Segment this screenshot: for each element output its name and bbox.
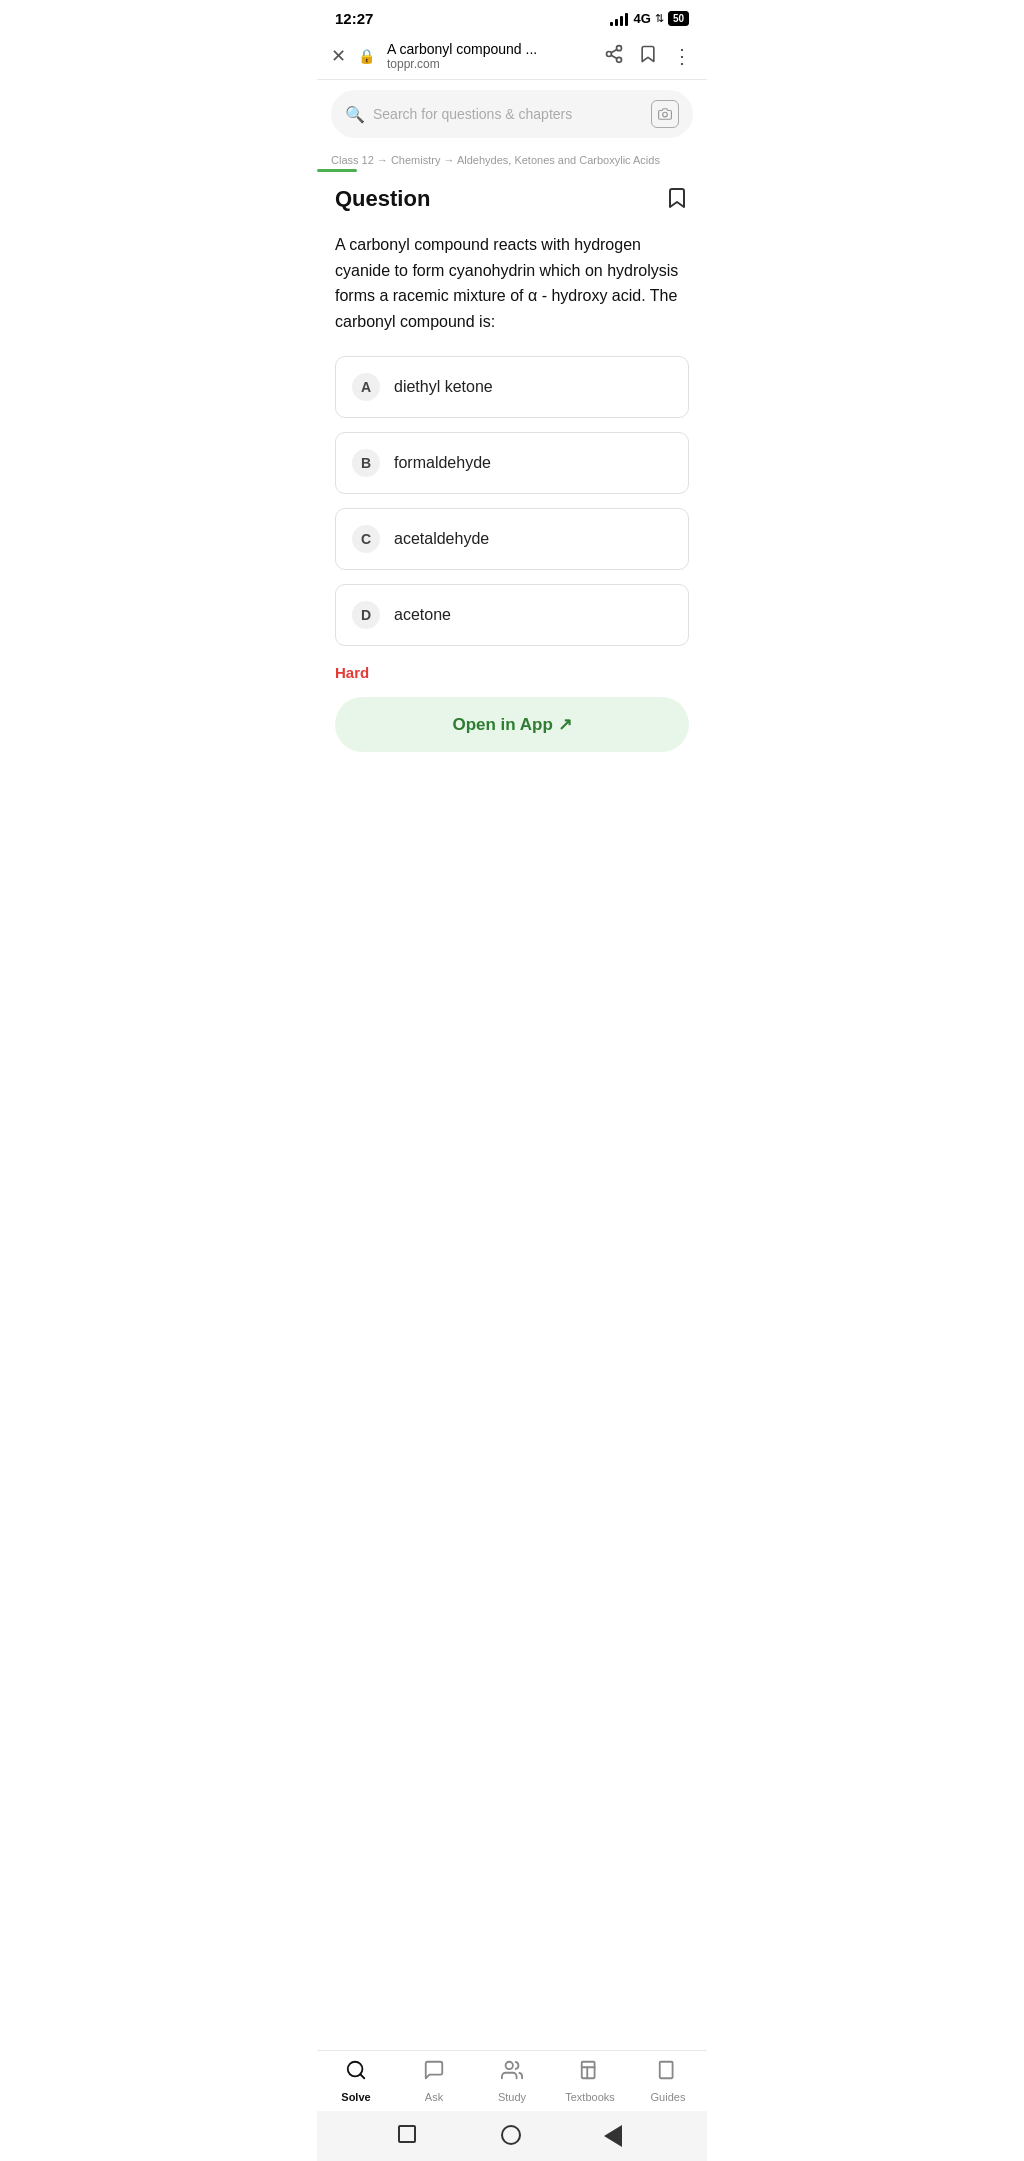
search-placeholder: Search for questions & chapters xyxy=(373,106,643,122)
question-heading: Question xyxy=(335,186,430,212)
svg-point-5 xyxy=(663,112,668,117)
question-body: A carbonyl compound reacts with hydrogen… xyxy=(335,232,689,334)
battery-indicator: 50 xyxy=(668,11,689,26)
url-block: A carbonyl compound ... toppr.com xyxy=(387,41,592,71)
option-d[interactable]: D acetone xyxy=(335,584,689,646)
question-header: Question xyxy=(335,186,689,216)
share-icon[interactable] xyxy=(604,44,624,69)
search-bar-container: 🔍 Search for questions & chapters xyxy=(317,80,707,148)
camera-icon[interactable] xyxy=(651,100,679,128)
option-b-badge: B xyxy=(352,449,380,477)
main-content: Question A carbonyl compound reacts with… xyxy=(317,172,707,776)
difficulty-label: Hard xyxy=(335,664,689,681)
close-icon[interactable]: ✕ xyxy=(331,45,346,67)
status-bar: 12:27 4G ⇅ 50 xyxy=(317,0,707,33)
status-time: 12:27 xyxy=(335,10,373,27)
option-b[interactable]: B formaldehyde xyxy=(335,432,689,494)
search-bar[interactable]: 🔍 Search for questions & chapters xyxy=(331,90,693,138)
option-c[interactable]: C acetaldehyde xyxy=(335,508,689,570)
open-in-app-button[interactable]: Open in App ↗ xyxy=(335,697,689,752)
bookmark-browser-icon[interactable] xyxy=(638,44,658,69)
breadcrumb: Class 12 → Chemistry → Aldehydes, Ketone… xyxy=(317,148,707,172)
page-domain: toppr.com xyxy=(387,57,592,71)
options-list: A diethyl ketone B formaldehyde C acetal… xyxy=(335,356,689,646)
option-c-text: acetaldehyde xyxy=(394,530,489,548)
option-a-badge: A xyxy=(352,373,380,401)
option-d-badge: D xyxy=(352,601,380,629)
open-in-app-label: Open in App ↗ xyxy=(452,714,571,735)
status-icons: 4G ⇅ 50 xyxy=(610,11,689,26)
option-c-badge: C xyxy=(352,525,380,553)
option-a-text: diethyl ketone xyxy=(394,378,493,396)
more-icon[interactable]: ⋮ xyxy=(672,44,693,68)
option-a[interactable]: A diethyl ketone xyxy=(335,356,689,418)
svg-line-3 xyxy=(611,55,617,58)
network-type: 4G xyxy=(634,11,651,26)
page-title: A carbonyl compound ... xyxy=(387,41,592,57)
option-d-text: acetone xyxy=(394,606,451,624)
option-b-text: formaldehyde xyxy=(394,454,491,472)
signal-icon xyxy=(610,12,628,26)
browser-actions: ⋮ xyxy=(604,44,693,69)
bookmark-question-icon[interactable] xyxy=(665,186,689,216)
search-icon: 🔍 xyxy=(345,105,365,124)
browser-bar: ✕ 🔒 A carbonyl compound ... toppr.com ⋮ xyxy=(317,33,707,80)
svg-line-4 xyxy=(611,49,617,52)
network-arrow: ⇅ xyxy=(655,12,664,25)
lock-icon: 🔒 xyxy=(358,48,375,64)
